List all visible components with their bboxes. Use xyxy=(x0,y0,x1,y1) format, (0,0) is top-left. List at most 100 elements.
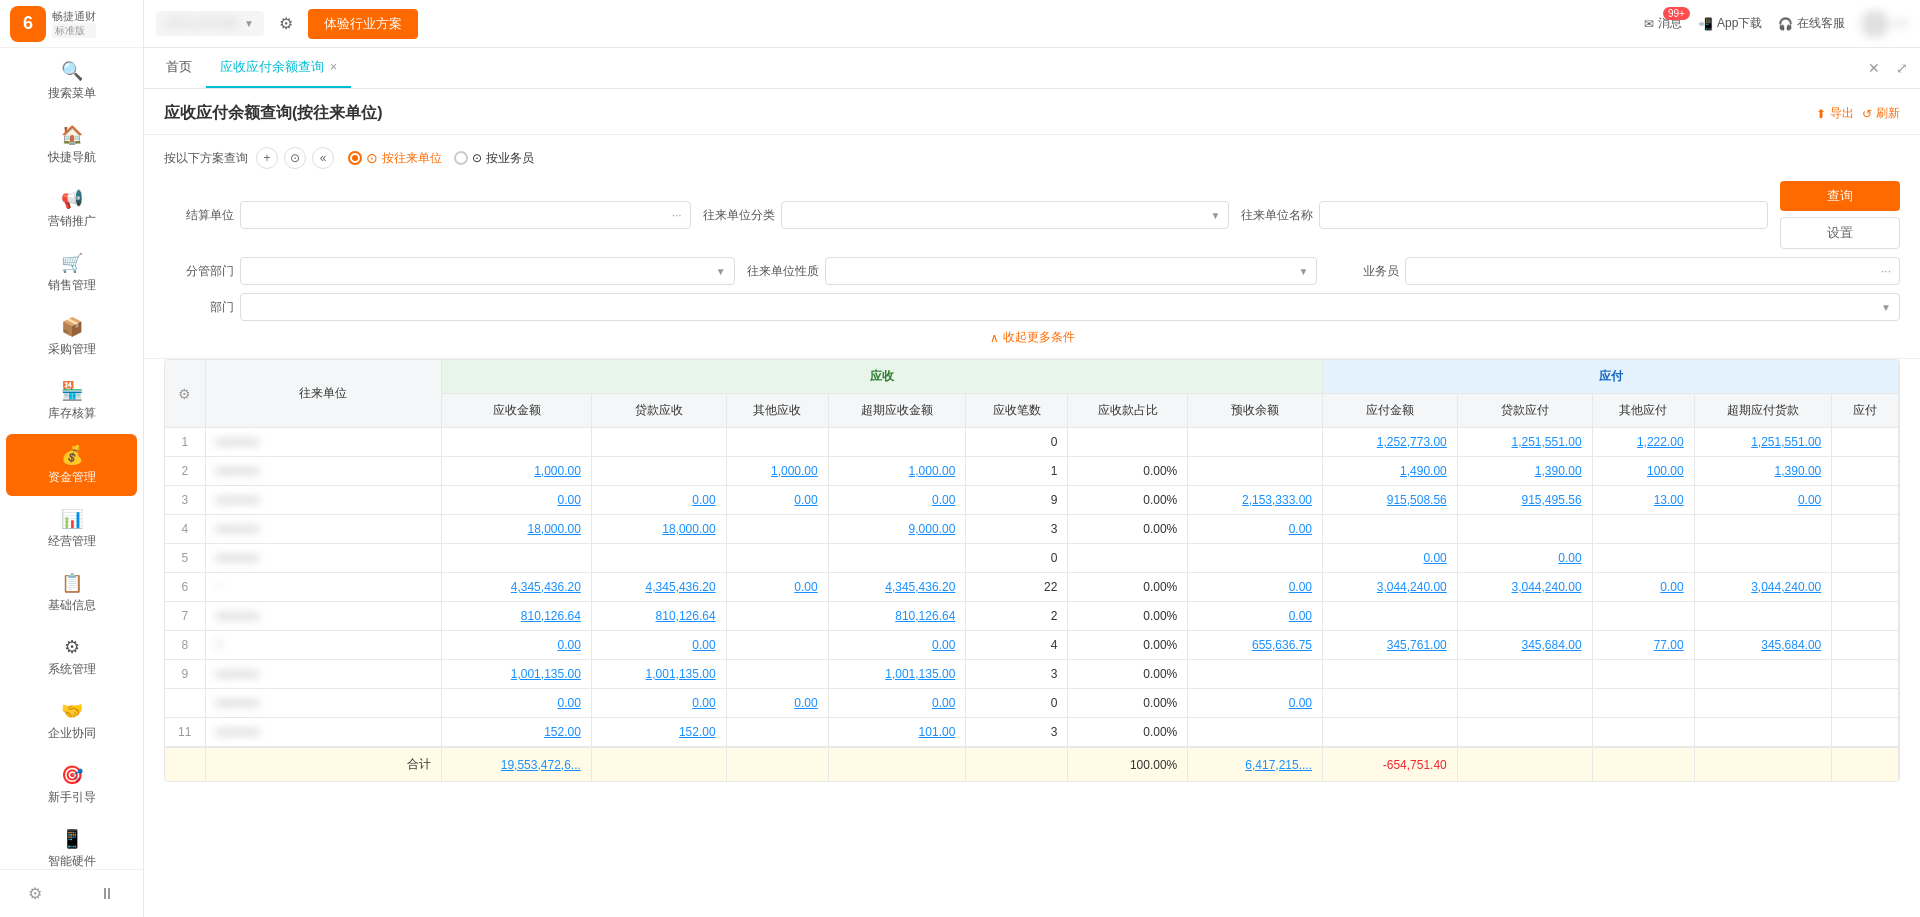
value-cell[interactable]: 655,636.75 xyxy=(1188,631,1323,660)
filter-by-salesperson[interactable]: ⊙ 按业务员 xyxy=(454,150,534,167)
dept-select[interactable]: ▼ xyxy=(240,293,1900,321)
tab-close-icon[interactable]: × xyxy=(330,60,337,74)
value-cell[interactable]: 3 xyxy=(966,515,1068,544)
value-cell[interactable]: 1,000.00 xyxy=(442,457,592,486)
value-cell[interactable]: 0.00 xyxy=(1188,573,1323,602)
collapse-sidebar-icon[interactable]: ⏸ xyxy=(93,879,121,909)
value-cell[interactable]: 1,251,551.00 xyxy=(1694,428,1832,457)
value-cell[interactable]: 0.00 xyxy=(1592,573,1694,602)
sidebar-item-sales[interactable]: 🛒 销售管理 xyxy=(6,242,137,304)
close-window-icon[interactable]: ✕ xyxy=(1864,56,1884,80)
value-cell[interactable]: 810,126.64 xyxy=(828,602,966,631)
value-cell[interactable]: 77.00 xyxy=(1592,631,1694,660)
value-cell[interactable]: 0.00% xyxy=(1068,718,1188,748)
value-cell[interactable]: 1 xyxy=(966,457,1068,486)
value-cell[interactable]: 0.00 xyxy=(1694,486,1832,515)
sidebar-item-search[interactable]: 🔍 搜索菜单 xyxy=(6,50,137,112)
value-cell[interactable]: 915,508.56 xyxy=(1323,486,1458,515)
value-cell[interactable]: 0.00% xyxy=(1068,660,1188,689)
value-cell[interactable]: 1,000.00 xyxy=(828,457,966,486)
refresh-button[interactable]: ↺ 刷新 xyxy=(1862,105,1900,122)
value-cell[interactable]: 0.00 xyxy=(591,689,726,718)
filter-by-partner[interactable]: ⊙ 按往来单位 xyxy=(348,150,442,167)
sidebar-item-hardware[interactable]: 📱 智能硬件 xyxy=(6,818,137,869)
sidebar-item-nav[interactable]: 🏠 快捷导航 xyxy=(6,114,137,176)
value-cell[interactable]: 0.00 xyxy=(726,486,828,515)
setting-button[interactable]: 设置 xyxy=(1780,217,1900,249)
export-button[interactable]: ⬆ 导出 xyxy=(1816,105,1854,122)
value-cell[interactable]: 0.00% xyxy=(1068,573,1188,602)
value-cell[interactable]: 4,345,436.20 xyxy=(591,573,726,602)
value-cell[interactable]: 0.00% xyxy=(1068,457,1188,486)
value-cell[interactable]: 0.00 xyxy=(1323,544,1458,573)
value-cell[interactable]: 0.00 xyxy=(442,486,592,515)
sidebar-item-purchase[interactable]: 📦 采购管理 xyxy=(6,306,137,368)
settings-gear-button[interactable]: ⚙ xyxy=(272,10,300,38)
sidebar-item-inventory[interactable]: 🏪 库存核算 xyxy=(6,370,137,432)
value-cell[interactable]: 0.00 xyxy=(1188,602,1323,631)
value-cell[interactable]: 2,153,333.00 xyxy=(1188,486,1323,515)
value-cell[interactable]: 0.00% xyxy=(1068,486,1188,515)
message-button[interactable]: ✉ 消息 99+ xyxy=(1644,15,1682,32)
division-select[interactable]: ▼ xyxy=(240,257,735,285)
value-cell[interactable]: 3,044,240.00 xyxy=(1323,573,1458,602)
value-cell[interactable]: 4,345,436.20 xyxy=(442,573,592,602)
value-cell[interactable]: 0.00% xyxy=(1068,689,1188,718)
tab-receivable-query[interactable]: 应收应付余额查询 × xyxy=(206,48,351,88)
value-cell[interactable]: 4 xyxy=(966,631,1068,660)
value-cell[interactable]: 1,252,773.00 xyxy=(1323,428,1458,457)
value-cell[interactable]: 0.00 xyxy=(1457,544,1592,573)
value-cell[interactable]: 0.00 xyxy=(1188,689,1323,718)
partner-nature-select[interactable]: ▼ xyxy=(825,257,1318,285)
value-cell[interactable]: 1,001,135.00 xyxy=(442,660,592,689)
settlement-input[interactable]: ··· xyxy=(240,201,691,229)
value-cell[interactable]: 1,001,135.00 xyxy=(828,660,966,689)
value-cell[interactable]: 9,000.00 xyxy=(828,515,966,544)
value-cell[interactable]: 1,490.00 xyxy=(1323,457,1458,486)
value-cell[interactable]: 0 xyxy=(966,428,1068,457)
value-cell[interactable]: 18,000.00 xyxy=(442,515,592,544)
value-cell[interactable]: 0.00 xyxy=(1188,515,1323,544)
value-cell[interactable]: 9 xyxy=(966,486,1068,515)
value-cell[interactable]: 810,126.64 xyxy=(442,602,592,631)
value-cell[interactable]: 1,222.00 xyxy=(1592,428,1694,457)
value-cell[interactable]: 0.00 xyxy=(828,631,966,660)
value-cell[interactable]: 1,001,135.00 xyxy=(591,660,726,689)
value-cell[interactable]: 3 xyxy=(966,718,1068,748)
value-cell[interactable]: 0 xyxy=(966,689,1068,718)
value-cell[interactable]: 0.00% xyxy=(1068,631,1188,660)
sidebar-item-finance[interactable]: 💰 资金管理 xyxy=(6,434,137,496)
value-cell[interactable]: 0.00% xyxy=(1068,515,1188,544)
sidebar-item-collab[interactable]: 🤝 企业协同 xyxy=(6,690,137,752)
app-download-button[interactable]: 📲 App下载 xyxy=(1698,15,1762,32)
value-cell[interactable]: 0 xyxy=(966,544,1068,573)
online-service-button[interactable]: 🎧 在线客服 xyxy=(1778,15,1845,32)
salesperson-input[interactable]: ··· xyxy=(1405,257,1900,285)
value-cell[interactable]: 0.00 xyxy=(442,631,592,660)
tab-home[interactable]: 首页 xyxy=(152,48,206,88)
value-cell[interactable]: 1,251,551.00 xyxy=(1457,428,1592,457)
collapse-filter-button[interactable]: ∧ 收起更多条件 xyxy=(164,329,1900,346)
value-cell[interactable]: 18,000.00 xyxy=(591,515,726,544)
user-menu[interactable]: Rit xyxy=(1861,10,1908,38)
value-cell[interactable]: 0.00 xyxy=(726,573,828,602)
value-cell[interactable]: 0.00% xyxy=(1068,602,1188,631)
value-cell[interactable]: 13.00 xyxy=(1592,486,1694,515)
value-cell[interactable]: 0.00 xyxy=(726,689,828,718)
settings-bottom-icon[interactable]: ⚙ xyxy=(22,878,48,909)
industry-plan-button[interactable]: 体验行业方案 xyxy=(308,9,418,39)
value-cell[interactable]: 0.00 xyxy=(442,689,592,718)
maximize-icon[interactable]: ⤢ xyxy=(1892,56,1912,80)
table-settings-icon[interactable]: ⚙ xyxy=(178,386,191,402)
filter-collapse-button[interactable]: « xyxy=(312,147,334,169)
value-cell[interactable]: 22 xyxy=(966,573,1068,602)
value-cell[interactable]: 0.00 xyxy=(828,486,966,515)
add-filter-button[interactable]: + xyxy=(256,147,278,169)
partner-category-select[interactable]: ▼ xyxy=(781,201,1230,229)
value-cell[interactable]: 345,684.00 xyxy=(1457,631,1592,660)
value-cell[interactable]: 0.00 xyxy=(828,689,966,718)
sidebar-item-system[interactable]: ⚙ 系统管理 xyxy=(6,626,137,688)
sidebar-item-marketing[interactable]: 📢 营销推广 xyxy=(6,178,137,240)
value-cell[interactable]: 345,761.00 xyxy=(1323,631,1458,660)
filter-settings-button[interactable]: ⊙ xyxy=(284,147,306,169)
